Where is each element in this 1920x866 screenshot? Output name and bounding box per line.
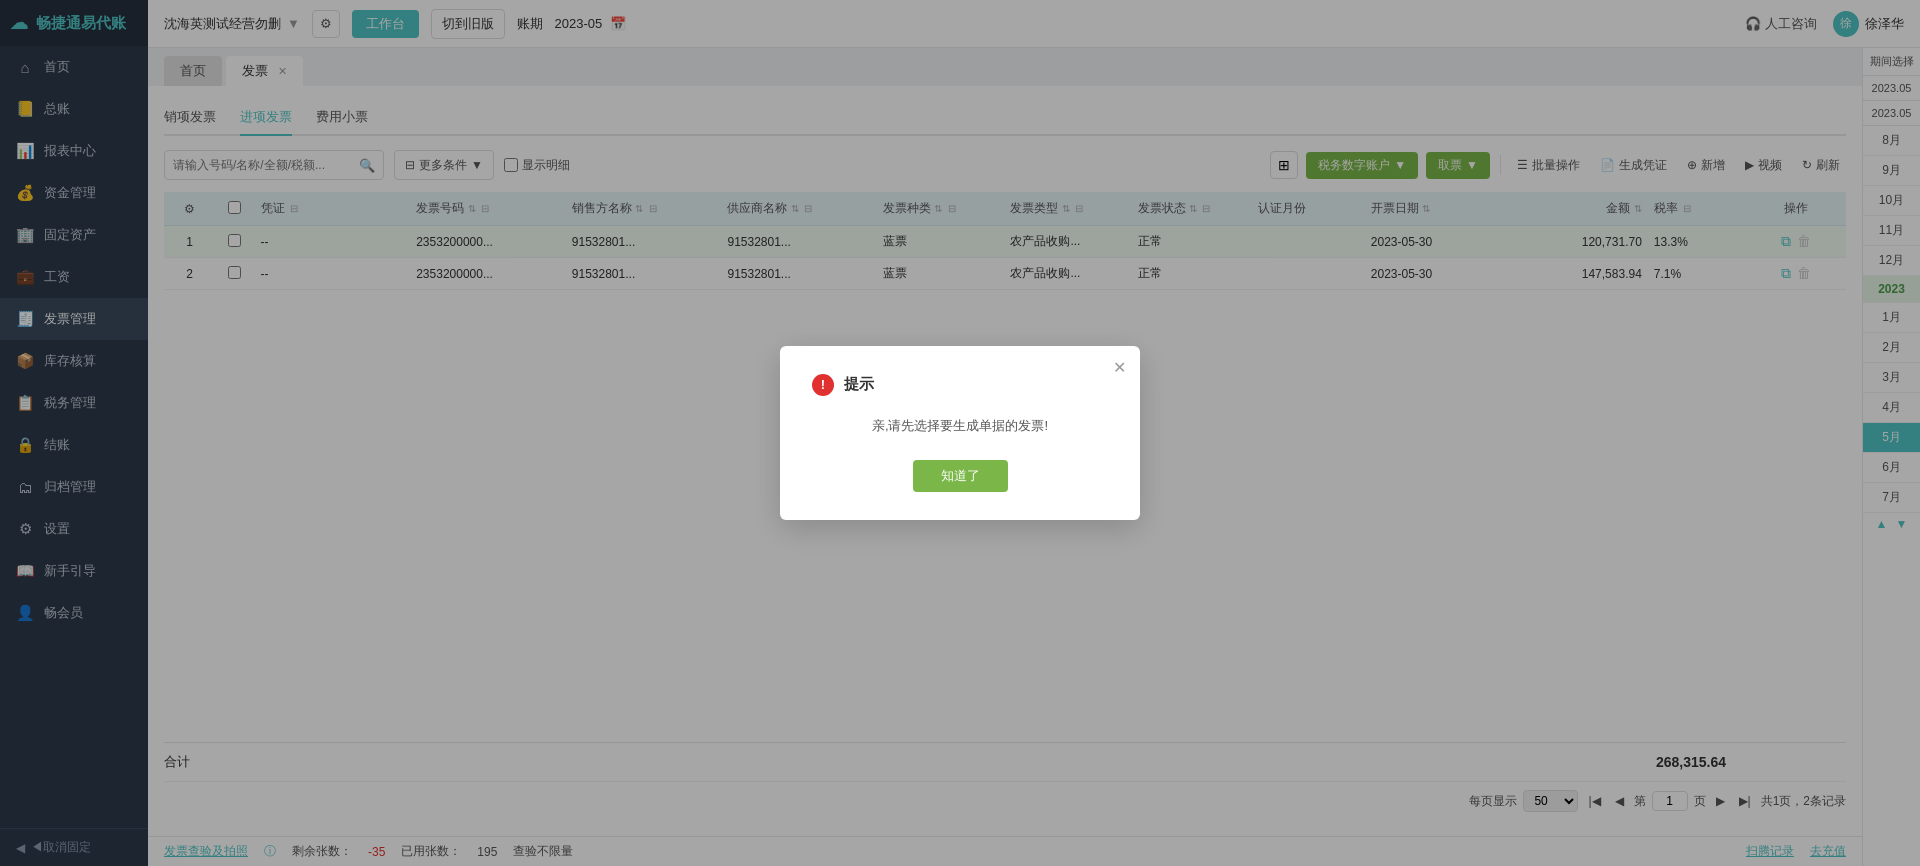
modal-overlay: ✕ ! 提示 亲,请先选择要生成单据的发票! 知道了 [0,0,1920,866]
modal-confirm-button[interactable]: 知道了 [913,460,1008,492]
modal-title: 提示 [844,375,874,394]
modal-close-button[interactable]: ✕ [1113,358,1126,377]
modal-body: 亲,请先选择要生成单据的发票! [812,416,1108,437]
modal-message: 亲,请先选择要生成单据的发票! [872,418,1048,433]
modal-header: ! 提示 [812,374,1108,396]
modal-footer: 知道了 [812,460,1108,492]
warning-icon: ! [812,374,834,396]
modal-box: ✕ ! 提示 亲,请先选择要生成单据的发票! 知道了 [780,346,1140,521]
